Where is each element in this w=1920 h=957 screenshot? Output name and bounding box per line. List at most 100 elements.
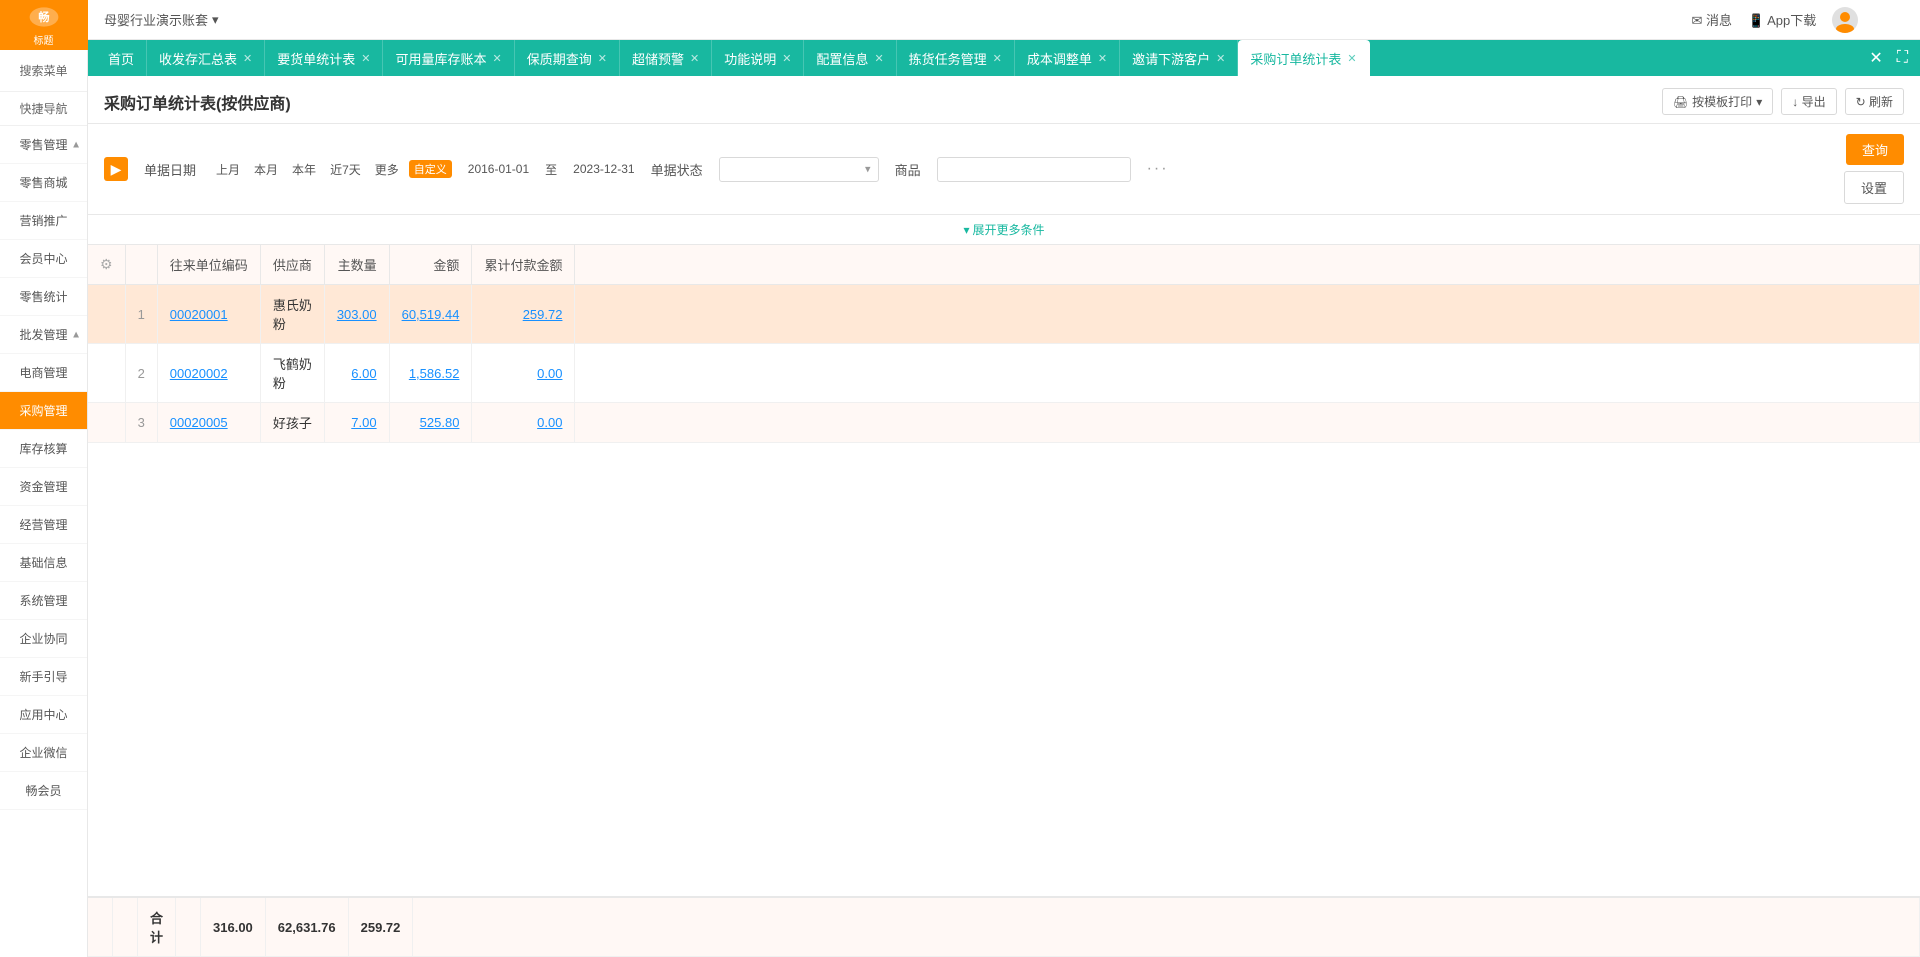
tab-overstock[interactable]: 超储预警 ✕	[620, 40, 712, 76]
close-icon[interactable]: ✕	[874, 52, 883, 65]
close-icon[interactable]: ✕	[493, 52, 502, 65]
close-icon[interactable]: ✕	[1347, 52, 1356, 65]
goods-input[interactable]	[937, 157, 1131, 182]
tab-label: 收发存汇总表	[159, 49, 237, 68]
amount-link[interactable]: 60,519.44	[402, 307, 460, 322]
settings-button[interactable]: 设置	[1844, 171, 1904, 204]
search-menu-button[interactable]: 搜索菜单	[19, 58, 67, 83]
close-icon[interactable]: ✕	[993, 52, 1002, 65]
quick-nav-button[interactable]: 快捷导航	[0, 92, 87, 126]
tab-home[interactable]: 首页	[96, 40, 147, 76]
sidebar-item-system[interactable]: 系统管理	[0, 582, 87, 620]
sidebar-item-vip[interactable]: 畅会员	[0, 772, 87, 810]
shortcut-7days[interactable]: 近7天	[326, 159, 365, 180]
close-icon[interactable]: ✕	[243, 52, 252, 65]
row-qty-cell: 7.00	[324, 403, 389, 443]
sidebar-item-wholesale[interactable]: 批发管理 ▲	[0, 316, 87, 354]
total-amount: 62,631.76	[278, 920, 336, 935]
window-close-button[interactable]: ✕	[1865, 48, 1886, 68]
content-area: 采购订单统计表(按供应商) 🖨 按模板打印 ▾ ↓ 导出 ↻ 刷新	[88, 76, 1920, 957]
sidebar-item-collab[interactable]: 企业协同	[0, 620, 87, 658]
export-icon: ↓	[1792, 95, 1798, 109]
sidebar-item-retail-stats[interactable]: 零售统计	[0, 278, 87, 316]
tab-expiry[interactable]: 保质期查询 ✕	[515, 40, 620, 76]
unit-code-link[interactable]: 00020002	[170, 366, 228, 381]
close-icon[interactable]: ✕	[361, 52, 370, 65]
table-row: 2 00020002 飞鹤奶粉 6.00 1,586.52	[88, 344, 1920, 403]
more-options-icon[interactable]: ···	[1147, 160, 1169, 178]
qty-link[interactable]: 7.00	[351, 415, 376, 430]
row-index-cell: 3	[125, 403, 157, 443]
query-button[interactable]: 查询	[1846, 134, 1904, 165]
print-button[interactable]: 🖨 按模板打印 ▾	[1662, 88, 1773, 115]
tab-picking[interactable]: 拣货任务管理 ✕	[897, 40, 1015, 76]
unit-code-link[interactable]: 00020001	[170, 307, 228, 322]
row-paid-cell: 0.00	[472, 344, 575, 403]
sidebar-item-ops[interactable]: 经营管理	[0, 506, 87, 544]
sidebar-item-label: 企业微信	[19, 744, 67, 761]
col-supplier: 供应商	[260, 245, 324, 285]
shortcut-this-month[interactable]: 本月	[250, 159, 282, 180]
column-settings-icon[interactable]: ⚙	[100, 256, 113, 272]
paid-link[interactable]: 0.00	[537, 366, 562, 381]
date-separator: 至	[545, 161, 557, 178]
row-supplier-cell: 好孩子	[260, 403, 324, 443]
sidebar-item-label: 经营管理	[19, 516, 67, 533]
amount-link[interactable]: 1,586.52	[409, 366, 460, 381]
shortcut-this-year[interactable]: 本年	[288, 159, 320, 180]
refresh-button[interactable]: ↻ 刷新	[1845, 88, 1904, 115]
account-selector[interactable]: 母婴行业演示账套 ▾	[104, 10, 219, 29]
close-icon[interactable]: ✕	[690, 52, 699, 65]
close-icon[interactable]: ✕	[1216, 52, 1225, 65]
sidebar-item-retail-mgmt[interactable]: 零售管理 ▲	[0, 126, 87, 164]
paid-link[interactable]: 0.00	[537, 415, 562, 430]
qty-link[interactable]: 303.00	[337, 307, 377, 322]
close-icon[interactable]: ✕	[1098, 52, 1107, 65]
tab-function-desc[interactable]: 功能说明 ✕	[712, 40, 804, 76]
amount-link[interactable]: 525.80	[420, 415, 460, 430]
tab-invite[interactable]: 邀请下游客户 ✕	[1120, 40, 1238, 76]
shortcut-last-month[interactable]: 上月	[212, 159, 244, 180]
user-profile[interactable]: demo2	[1832, 7, 1904, 33]
total-extra-cell	[413, 897, 1920, 957]
sidebar-item-appstore[interactable]: 应用中心	[0, 696, 87, 734]
row-amount-cell: 1,586.52	[389, 344, 472, 403]
tab-cost-adjust[interactable]: 成本调整单 ✕	[1015, 40, 1120, 76]
sidebar-item-guide[interactable]: 新手引导	[0, 658, 87, 696]
qty-link[interactable]: 6.00	[351, 366, 376, 381]
shortcut-more[interactable]: 更多	[371, 159, 403, 180]
refresh-label: 刷新	[1869, 95, 1893, 109]
expand-more-button[interactable]: ▾ 展开更多条件	[963, 221, 1044, 238]
app-download-btn[interactable]: 📱 App下载	[1748, 10, 1816, 29]
filter-row-1: ▶ 单据日期 上月 本月 本年 近7天 更多 自定义 2016-01-01 至 …	[104, 134, 1904, 204]
sidebar-item-finance[interactable]: 资金管理	[0, 468, 87, 506]
sidebar-item-purchase[interactable]: 采购管理	[0, 392, 87, 430]
close-icon[interactable]: ✕	[782, 52, 791, 65]
tab-inventory-book[interactable]: 可用量库存账本 ✕	[383, 40, 514, 76]
sidebar-item-label: 基础信息	[19, 554, 67, 571]
sidebar: 畅 标题 搜索菜单 快捷导航 零售管理 ▲ 零售商城 营销推广 会员中心 零售统…	[0, 0, 88, 957]
sidebar-item-member[interactable]: 会员中心	[0, 240, 87, 278]
sidebar-item-wechat[interactable]: 企业微信	[0, 734, 87, 772]
tab-purchase-stats[interactable]: 采购订单统计表 ✕	[1238, 40, 1369, 76]
export-button[interactable]: ↓ 导出	[1781, 88, 1836, 115]
main-area: 母婴行业演示账套 ▾ ✉ 消息 📱 App下载 demo2	[88, 0, 1920, 957]
tab-collect-summary[interactable]: 收发存汇总表 ✕	[147, 40, 265, 76]
tab-config[interactable]: 配置信息 ✕	[804, 40, 896, 76]
filter-toggle-button[interactable]: ▶	[104, 157, 128, 181]
message-btn[interactable]: ✉ 消息	[1691, 10, 1732, 29]
unit-code-link[interactable]: 00020005	[170, 415, 228, 430]
tab-order-stats[interactable]: 要货单统计表 ✕	[265, 40, 383, 76]
sidebar-item-inventory[interactable]: 库存核算	[0, 430, 87, 468]
close-icon[interactable]: ✕	[598, 52, 607, 65]
paid-link[interactable]: 259.72	[523, 307, 563, 322]
sidebar-item-retail-mall[interactable]: 零售商城	[0, 164, 87, 202]
status-select[interactable]	[719, 157, 879, 182]
window-maximize-button[interactable]: ⛶	[1893, 49, 1912, 67]
sidebar-item-ecommerce[interactable]: 电商管理	[0, 354, 87, 392]
date-filter-label: 单据日期	[144, 160, 196, 179]
sidebar-item-marketing[interactable]: 营销推广	[0, 202, 87, 240]
row-qty-cell: 303.00	[324, 285, 389, 344]
sidebar-item-basic[interactable]: 基础信息	[0, 544, 87, 582]
account-name: 母婴行业演示账套	[104, 10, 208, 29]
